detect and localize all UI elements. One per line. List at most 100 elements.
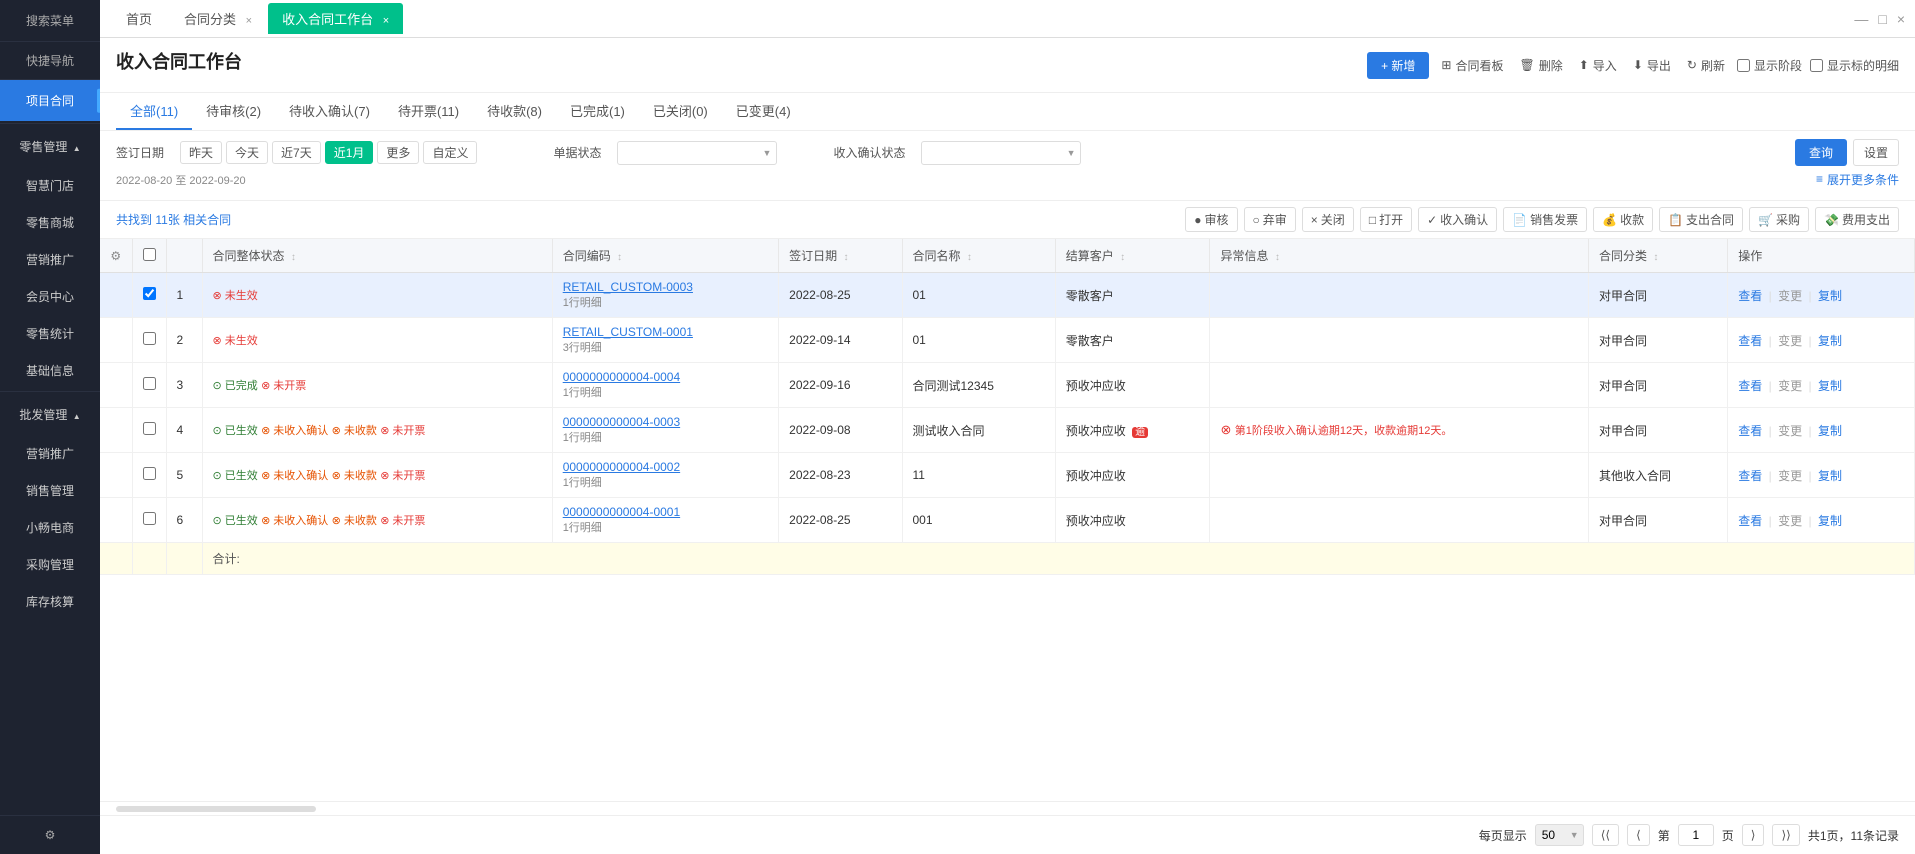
sign-date-sort-icon[interactable]: ↕ xyxy=(844,252,849,263)
income-confirm-btn[interactable]: ✓ 收入确认 xyxy=(1418,207,1497,232)
contract-code-link-6[interactable]: 0000000000004-0001 xyxy=(563,505,768,519)
win-maximize-btn[interactable]: □ xyxy=(1878,11,1886,27)
sidebar-item-ecom[interactable]: 小畅电商 xyxy=(0,509,100,546)
change-link-3[interactable]: 变更 xyxy=(1778,379,1802,393)
view-link-4[interactable]: 查看 xyxy=(1738,424,1762,438)
code-sort-icon[interactable]: ↕ xyxy=(617,252,622,263)
change-link-4[interactable]: 变更 xyxy=(1778,424,1802,438)
category-sort-icon[interactable]: ↕ xyxy=(1653,252,1658,263)
tab-contract-category[interactable]: 合同分类 × xyxy=(168,1,268,36)
th-gear[interactable]: ⚙ xyxy=(100,239,132,273)
sidebar-item-marketing2[interactable]: 营销推广 xyxy=(0,435,100,472)
sub-tab-pending-review[interactable]: 待审核(2) xyxy=(192,93,275,130)
refresh-button[interactable]: ↻ 刷新 xyxy=(1683,55,1729,76)
sub-tab-all[interactable]: 全部(11) xyxy=(116,93,192,130)
change-link-1[interactable]: 变更 xyxy=(1778,289,1802,303)
show-detail-checkbox[interactable]: 显示标的明细 xyxy=(1810,57,1899,74)
horizontal-scrollbar[interactable] xyxy=(100,801,1915,815)
tab-home[interactable]: 首页 xyxy=(110,1,168,36)
sidebar-nav[interactable]: 快捷导航 xyxy=(0,42,100,80)
change-link-2[interactable]: 变更 xyxy=(1778,334,1802,348)
cell-checkbox-2[interactable] xyxy=(132,318,166,363)
sidebar-item-project[interactable]: 项目合同 xyxy=(0,80,100,121)
sidebar-item-wholesale[interactable]: 批发管理 ▲ xyxy=(0,394,100,435)
show-segment-input[interactable] xyxy=(1737,59,1750,72)
sub-tab-pending-income[interactable]: 待收入确认(7) xyxy=(275,93,384,130)
collect-btn[interactable]: 💰 收款 xyxy=(1593,207,1653,232)
column-settings-icon[interactable]: ⚙ xyxy=(110,249,122,263)
row-checkbox-5[interactable] xyxy=(143,467,156,480)
new-button[interactable]: + 新增 xyxy=(1367,52,1429,79)
copy-link-2[interactable]: 复制 xyxy=(1818,334,1842,348)
row-checkbox-3[interactable] xyxy=(143,377,156,390)
expense-btn[interactable]: 💸 费用支出 xyxy=(1815,207,1899,232)
error-sort-icon[interactable]: ↕ xyxy=(1275,252,1280,263)
sidebar-item-marketing[interactable]: 营销推广 xyxy=(0,241,100,278)
cell-checkbox-5[interactable] xyxy=(132,453,166,498)
sidebar-item-retail[interactable]: 零售管理 ▲ xyxy=(0,126,100,167)
filter-7days[interactable]: 近7天 xyxy=(272,141,321,164)
view-link-3[interactable]: 查看 xyxy=(1738,379,1762,393)
sales-invoice-btn[interactable]: 📄 销售发票 xyxy=(1503,207,1587,232)
abandon-btn[interactable]: ○ 弃审 xyxy=(1244,207,1296,232)
contract-board-button[interactable]: ⊞ 合同看板 xyxy=(1437,55,1507,76)
sidebar-item-sales[interactable]: 销售管理 xyxy=(0,472,100,509)
contract-code-link-2[interactable]: RETAIL_CUSTOM-0001 xyxy=(563,325,768,339)
customer-sort-icon[interactable]: ↕ xyxy=(1120,252,1125,263)
copy-link-5[interactable]: 复制 xyxy=(1818,469,1842,483)
contract-table-wrap[interactable]: ⚙ 合同整体状态 ↕ 合同编码 ↕ 签订日期 xyxy=(100,239,1915,801)
import-button[interactable]: ⬆ 导入 xyxy=(1575,55,1621,76)
review-btn[interactable]: ● 审核 xyxy=(1185,207,1237,232)
expense-out-btn[interactable]: 📋 支出合同 xyxy=(1659,207,1743,232)
sidebar-item-retail-mall[interactable]: 零售商城 xyxy=(0,204,100,241)
per-page-select[interactable]: 10 20 50 100 xyxy=(1535,824,1584,846)
show-segment-checkbox[interactable]: 显示阶段 xyxy=(1737,57,1802,74)
income-confirm-select[interactable] xyxy=(921,141,1081,165)
cell-checkbox-3[interactable] xyxy=(132,363,166,408)
close-contract-btn[interactable]: × 关闭 xyxy=(1302,207,1354,232)
settings-button[interactable]: 设置 xyxy=(1853,139,1899,166)
row-checkbox-2[interactable] xyxy=(143,332,156,345)
filter-1month[interactable]: 近1月 xyxy=(325,141,374,164)
tab-contract-category-close[interactable]: × xyxy=(246,15,252,27)
open-btn[interactable]: □ 打开 xyxy=(1360,207,1412,232)
sidebar-search[interactable]: 搜索菜单 xyxy=(0,0,100,42)
sidebar-item-smart-store[interactable]: 智慧门店 xyxy=(0,167,100,204)
tab-income-contract-close[interactable]: × xyxy=(383,15,389,27)
sub-tab-pending-invoice[interactable]: 待开票(11) xyxy=(384,93,473,130)
change-link-6[interactable]: 变更 xyxy=(1778,514,1802,528)
sub-tab-pending-payment[interactable]: 待收款(8) xyxy=(473,93,556,130)
view-link-1[interactable]: 查看 xyxy=(1738,289,1762,303)
contract-code-link-5[interactable]: 0000000000004-0002 xyxy=(563,460,768,474)
sidebar-item-retail-stats[interactable]: 零售统计 xyxy=(0,315,100,352)
cell-checkbox-1[interactable] xyxy=(132,273,166,318)
view-link-5[interactable]: 查看 xyxy=(1738,469,1762,483)
filter-custom[interactable]: 自定义 xyxy=(423,141,477,164)
row-checkbox-4[interactable] xyxy=(143,422,156,435)
next-page-btn[interactable]: ⟩ xyxy=(1742,824,1765,846)
sidebar-item-member[interactable]: 会员中心 xyxy=(0,278,100,315)
change-link-5[interactable]: 变更 xyxy=(1778,469,1802,483)
select-all-checkbox[interactable] xyxy=(143,248,156,261)
sub-tab-completed[interactable]: 已完成(1) xyxy=(556,93,639,130)
delete-button[interactable]: 🗑 删除 xyxy=(1515,55,1566,76)
sidebar-item-purchase[interactable]: 采购管理 xyxy=(0,546,100,583)
row-checkbox-1[interactable] xyxy=(143,287,156,300)
win-minimize-btn[interactable]: — xyxy=(1854,11,1868,27)
copy-link-1[interactable]: 复制 xyxy=(1818,289,1842,303)
status-select[interactable] xyxy=(617,141,777,165)
win-close-btn[interactable]: × xyxy=(1897,11,1905,27)
page-input[interactable] xyxy=(1678,824,1714,846)
query-button[interactable]: 查询 xyxy=(1795,139,1847,166)
copy-link-6[interactable]: 复制 xyxy=(1818,514,1842,528)
filter-yesterday[interactable]: 昨天 xyxy=(180,141,222,164)
scrollbar-thumb[interactable] xyxy=(116,806,316,812)
filter-today[interactable]: 今天 xyxy=(226,141,268,164)
purchase-btn[interactable]: 🛒 采购 xyxy=(1749,207,1809,232)
sub-tab-changed[interactable]: 已变更(4) xyxy=(722,93,805,130)
sub-tab-closed[interactable]: 已关闭(0) xyxy=(639,93,722,130)
first-page-btn[interactable]: ⟨⟨ xyxy=(1592,824,1619,846)
show-detail-input[interactable] xyxy=(1810,59,1823,72)
th-checkbox[interactable] xyxy=(132,239,166,273)
prev-page-btn[interactable]: ⟨ xyxy=(1627,824,1650,846)
